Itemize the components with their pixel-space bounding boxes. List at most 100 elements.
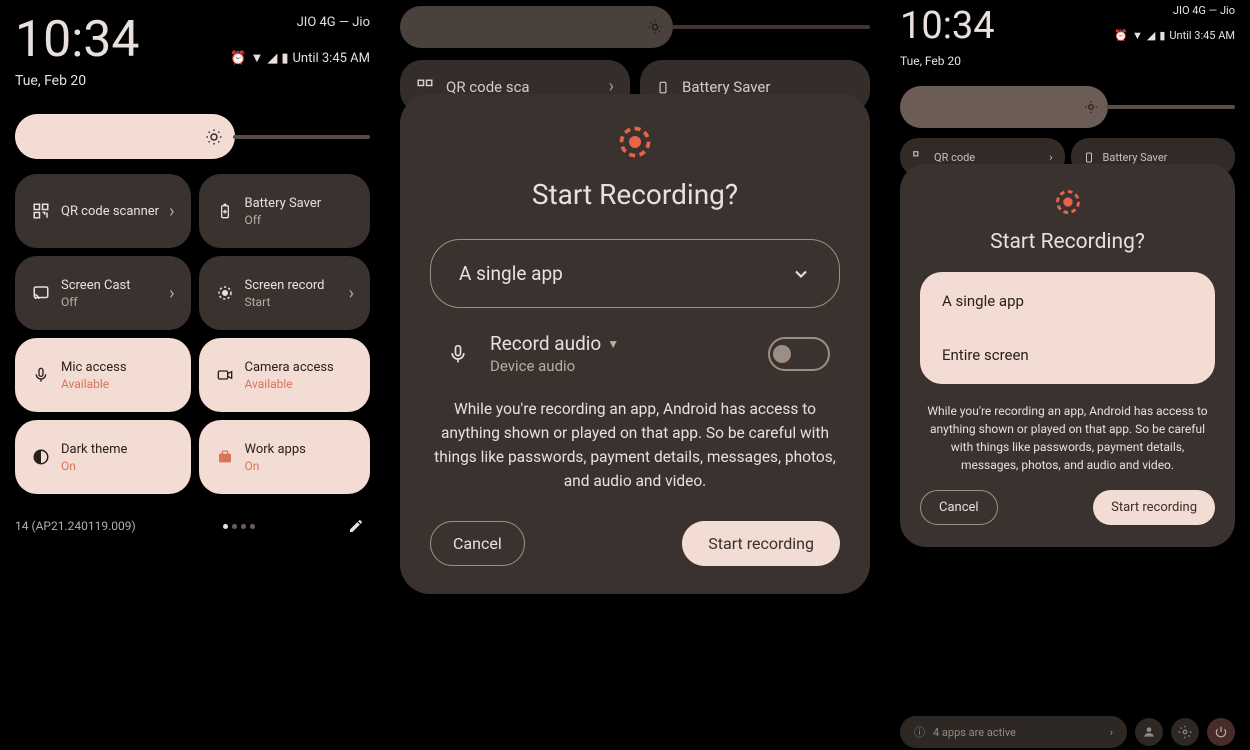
brightness-slider[interactable]	[900, 86, 1235, 128]
start-recording-dialog: Start Recording? A single app Entire scr…	[900, 164, 1235, 547]
option-single-app[interactable]: A single app	[920, 274, 1215, 328]
qr-icon	[416, 78, 434, 96]
start-recording-button[interactable]: Start recording	[682, 521, 840, 566]
carrier-label: JIO 4G — Jio	[1114, 4, 1235, 17]
tile-title: Dark theme	[61, 442, 175, 457]
tile-sub: Start	[245, 295, 339, 309]
brightness-icon	[647, 19, 663, 35]
tile-camera-access[interactable]: Camera access Available	[199, 338, 371, 412]
wifi-icon: ▼	[1132, 29, 1143, 42]
warning-text: While you're recording an app, Android h…	[430, 397, 840, 493]
chevron-down-icon	[791, 264, 811, 284]
camera-icon	[215, 365, 235, 385]
battery-icon: ▮	[281, 51, 288, 66]
active-apps-label: 4 apps are active	[933, 726, 1016, 739]
record-dialog-panel: QR code sca › Battery Saver Start Record…	[385, 0, 885, 750]
status-bar: 10:34 Tue, Feb 20 JIO 4G — Jio ⏰ ▼ ◢ ▮ U…	[15, 15, 370, 89]
tile-title: Mic access	[61, 360, 175, 375]
build-label: 14 (AP21.240119.009)	[15, 519, 136, 533]
tile-qr-scanner[interactable]: QR code scanner ›	[15, 174, 191, 248]
chevron-right-icon: ›	[1049, 151, 1052, 164]
page-dots[interactable]	[223, 524, 255, 529]
record-icon	[215, 283, 235, 303]
until-label: Until 3:45 AM	[292, 51, 370, 66]
cancel-button[interactable]: Cancel	[920, 490, 998, 525]
tile-title: Screen Cast	[61, 278, 159, 293]
tile-mic-access[interactable]: Mic access Available	[15, 338, 191, 412]
audio-title: Record audio	[490, 332, 601, 355]
settings-button[interactable]	[1171, 718, 1199, 746]
qr-icon	[31, 201, 51, 221]
tile-sub: On	[245, 459, 355, 473]
tile-screen-cast[interactable]: Screen Cast Off ›	[15, 256, 191, 330]
tile-title: QR code scanner	[61, 204, 159, 219]
active-apps-pill[interactable]: ⓘ 4 apps are active ›	[900, 716, 1127, 748]
signal-icon: ◢	[1147, 29, 1155, 42]
power-button[interactable]	[1207, 718, 1235, 746]
tile-sub: Available	[245, 377, 355, 391]
status-icons: ⏰ ▼ ◢ ▮ Until 3:45 AM	[230, 50, 370, 66]
dialog-title: Start Recording?	[920, 230, 1215, 254]
dark-theme-icon	[31, 447, 51, 467]
tile-sub: Off	[61, 295, 159, 309]
tile-title: Screen record	[245, 278, 339, 293]
mic-icon	[440, 336, 476, 372]
option-entire-screen[interactable]: Entire screen	[920, 328, 1215, 382]
mic-icon	[31, 365, 51, 385]
tile-work-apps[interactable]: Work apps On	[199, 420, 371, 494]
tile-sub: Available	[61, 377, 175, 391]
tile-grid: QR code scanner › Battery Saver Off Scre…	[15, 174, 370, 494]
record-dialog-icon	[617, 124, 653, 160]
brightness-icon	[1084, 100, 1098, 114]
tile-screen-record[interactable]: Screen record Start ›	[199, 256, 371, 330]
record-audio-row: Record audio ▼ Device audio	[430, 332, 840, 375]
cast-icon	[31, 283, 51, 303]
brightness-slider[interactable]	[15, 114, 370, 159]
battery-icon: ▮	[1159, 29, 1165, 42]
chevron-right-icon: ›	[169, 283, 174, 304]
signal-icon: ◢	[267, 51, 277, 66]
dropdown-caret-icon[interactable]: ▼	[607, 337, 619, 351]
user-button[interactable]	[1135, 718, 1163, 746]
dialog-title: Start Recording?	[430, 178, 840, 211]
date: Tue, Feb 20	[900, 54, 995, 68]
chevron-right-icon: ›	[169, 201, 174, 222]
start-recording-button[interactable]: Start recording	[1093, 490, 1215, 525]
tile-title: Camera access	[245, 360, 355, 375]
clock: 10:34	[900, 4, 995, 48]
wifi-icon: ▼	[250, 50, 263, 66]
tile-dark-theme[interactable]: Dark theme On	[15, 420, 191, 494]
tile-title: Battery Saver	[245, 196, 355, 211]
qs-footer: 14 (AP21.240119.009)	[15, 512, 370, 540]
status-bar: 10:34 Tue, Feb 20 JIO 4G — Jio ⏰ ▼ ◢ ▮ U…	[900, 4, 1235, 68]
briefcase-icon	[215, 447, 235, 467]
brightness-slider-bg	[400, 6, 870, 48]
select-value: A single app	[459, 262, 563, 285]
brightness-icon	[205, 128, 223, 146]
alarm-icon: ⏰	[230, 51, 246, 66]
tile-sub: On	[61, 459, 175, 473]
date: Tue, Feb 20	[15, 73, 140, 89]
start-recording-dialog: Start Recording? A single app Record aud…	[400, 94, 870, 594]
chevron-right-icon: ›	[349, 283, 354, 304]
chevron-right-icon: ›	[1110, 726, 1113, 739]
record-dialog-panel-options: 10:34 Tue, Feb 20 JIO 4G — Jio ⏰ ▼ ◢ ▮ U…	[885, 0, 1250, 750]
record-scope-select[interactable]: A single app	[430, 239, 840, 308]
carrier-label: JIO 4G — Jio	[230, 15, 370, 30]
battery-saver-icon	[1083, 150, 1095, 164]
record-audio-toggle[interactable]	[768, 337, 830, 371]
info-icon: ⓘ	[914, 724, 925, 740]
qs-footer: ⓘ 4 apps are active ›	[900, 716, 1235, 748]
edit-button[interactable]	[342, 512, 370, 540]
record-dialog-icon	[1054, 188, 1082, 216]
quick-settings-panel: 10:34 Tue, Feb 20 JIO 4G — Jio ⏰ ▼ ◢ ▮ U…	[0, 0, 385, 750]
battery-saver-icon	[215, 201, 235, 221]
tile-battery-saver[interactable]: Battery Saver Off	[199, 174, 371, 248]
until-label: Until 3:45 AM	[1169, 29, 1235, 42]
scope-options: A single app Entire screen	[920, 272, 1215, 384]
battery-saver-icon	[656, 78, 670, 96]
tile-title: Work apps	[245, 442, 355, 457]
cancel-button[interactable]: Cancel	[430, 521, 525, 566]
warning-text: While you're recording an app, Android h…	[920, 402, 1215, 474]
tile-sub: Off	[245, 213, 355, 227]
